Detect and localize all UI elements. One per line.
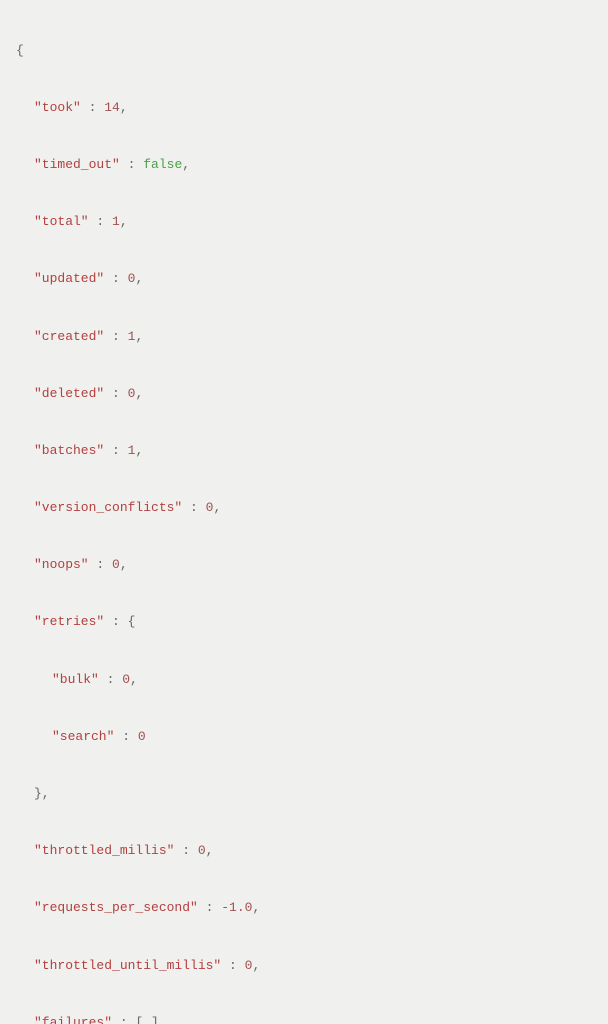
retries-close-text: }, [34,786,50,801]
json-line-retries-close: }, [16,780,592,809]
json-sep: : [182,500,205,515]
json-key: "requests_per_second" [34,900,198,915]
json-line: "throttled_millis" : 0, [16,837,592,866]
json-key: "deleted" [34,386,104,401]
json-trail: , [182,157,190,172]
json-key: "noops" [34,557,89,572]
json-line: "noops" : 0, [16,551,592,580]
json-trail: , [120,557,128,572]
json-sep: : [198,900,221,915]
json-key: "timed_out" [34,157,120,172]
open-brace-text: { [16,43,24,58]
json-key: "took" [34,100,81,115]
json-key: "throttled_until_millis" [34,958,221,973]
json-sep: : [104,271,127,286]
json-trail: , [206,843,214,858]
json-trail: , [130,672,138,687]
json-trail: , [135,329,143,344]
json-code-block: { "took" : 14, "timed_out" : false, "tot… [16,8,592,1024]
json-sep: : [104,443,127,458]
json-sep: : [89,557,112,572]
json-trail: , [135,386,143,401]
json-key: "throttled_millis" [34,843,174,858]
json-val: -1.0 [221,900,252,915]
json-line: "search" : 0 [16,723,592,752]
json-key: "version_conflicts" [34,500,182,515]
json-line: "throttled_until_millis" : 0, [16,952,592,981]
json-sep: : [89,214,112,229]
brace-open: { [16,37,592,66]
json-key: "batches" [34,443,104,458]
json-trail: , [135,443,143,458]
json-line: "created" : 1, [16,323,592,352]
json-val: 14 [104,100,120,115]
json-sep: : [ ] [112,1015,159,1024]
json-val: 0 [198,843,206,858]
json-line: "total" : 1, [16,208,592,237]
json-key: "failures" [34,1015,112,1024]
json-trail: , [135,271,143,286]
json-line: "bulk" : 0, [16,666,592,695]
json-line: "deleted" : 0, [16,380,592,409]
json-trail: , [120,214,128,229]
json-sep: : [104,386,127,401]
json-line: "batches" : 1, [16,437,592,466]
json-line: "updated" : 0, [16,265,592,294]
json-trail: , [120,100,128,115]
json-key: "updated" [34,271,104,286]
json-key: "created" [34,329,104,344]
json-sep: : [104,329,127,344]
json-key: "retries" [34,614,104,629]
json-line: "requests_per_second" : -1.0, [16,894,592,923]
json-val: 1 [112,214,120,229]
json-key: "search" [52,729,114,744]
json-val: 0 [245,958,253,973]
json-line-retries-open: "retries" : { [16,608,592,637]
json-trail: , [252,958,260,973]
json-sep: : [221,958,244,973]
json-sep: : [174,843,197,858]
json-key: "bulk" [52,672,99,687]
json-val: 0 [122,672,130,687]
json-val: 0 [138,729,146,744]
json-sep: : [120,157,143,172]
json-line-failures: "failures" : [ ] [16,1009,592,1024]
json-val: 0 [112,557,120,572]
json-key: "total" [34,214,89,229]
json-val: false [143,157,182,172]
json-trail: , [252,900,260,915]
json-sep: : [99,672,122,687]
json-trail: , [213,500,221,515]
json-sep: : [114,729,137,744]
json-line: "version_conflicts" : 0, [16,494,592,523]
json-sep: : { [104,614,135,629]
json-line: "timed_out" : false, [16,151,592,180]
json-sep: : [81,100,104,115]
json-line: "took" : 14, [16,94,592,123]
